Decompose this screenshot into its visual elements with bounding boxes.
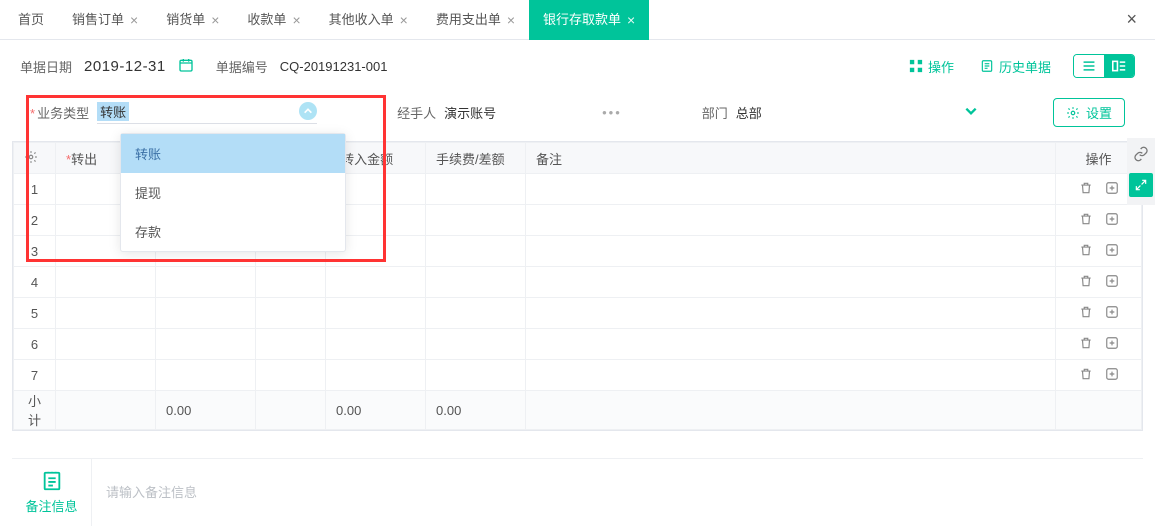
option-withdraw[interactable]: 提现 — [121, 173, 345, 212]
row-index: 4 — [14, 267, 56, 298]
settings-button[interactable]: 设置 — [1053, 98, 1125, 127]
row-index: 3 — [14, 236, 56, 267]
add-icon[interactable] — [1099, 244, 1125, 260]
remark-input-wrap — [92, 458, 1143, 526]
delete-icon[interactable] — [1073, 182, 1099, 198]
close-icon[interactable]: × — [130, 0, 138, 40]
col-remark: 备注 — [526, 143, 1056, 174]
expand-icon[interactable] — [1129, 173, 1153, 197]
subtotal-val-1: 0.00 — [156, 391, 256, 430]
delete-icon[interactable] — [1073, 368, 1099, 384]
table-row[interactable]: 7 — [14, 360, 1142, 391]
document-header: 单据日期 2019-12-31 单据编号 CQ-20191231-001 操作 … — [0, 40, 1155, 92]
option-deposit[interactable]: 存款 — [121, 212, 345, 251]
remark-input[interactable] — [106, 485, 1129, 500]
close-icon[interactable]: × — [507, 0, 515, 40]
close-icon[interactable]: × — [627, 0, 635, 40]
col-fee: 手续费/差额 — [426, 143, 526, 174]
option-transfer[interactable]: 转账 — [121, 134, 345, 173]
doc-no-label: 单据编号 — [216, 57, 268, 76]
link-icon[interactable] — [1133, 146, 1149, 165]
row-index: 2 — [14, 205, 56, 236]
footer: 备注信息 — [12, 458, 1143, 526]
subtotal-val-2: 0.00 — [326, 391, 426, 430]
handler-value[interactable]: 演示账号 — [444, 103, 584, 123]
delete-icon[interactable] — [1073, 213, 1099, 229]
add-icon[interactable] — [1099, 182, 1125, 198]
biz-type-dropdown[interactable]: 转账 — [97, 102, 317, 124]
view-toggle — [1073, 54, 1135, 78]
more-icon[interactable]: ••• — [592, 105, 632, 120]
tab-receipt[interactable]: 收款单× — [233, 0, 314, 40]
dept-field: 部门 总部 — [702, 103, 978, 123]
note-icon — [41, 470, 63, 492]
handler-field: 经手人 演示账号 ••• — [397, 103, 632, 123]
subtotal-label: 小计 — [14, 391, 56, 430]
chevron-up-icon[interactable] — [299, 102, 317, 120]
table-row[interactable]: 6 — [14, 329, 1142, 360]
table-row[interactable]: 5 — [14, 298, 1142, 329]
gear-icon[interactable] — [14, 143, 56, 174]
remark-tab[interactable]: 备注信息 — [12, 458, 92, 526]
delete-icon[interactable] — [1073, 306, 1099, 322]
add-icon[interactable] — [1099, 368, 1125, 384]
calendar-icon[interactable] — [178, 57, 194, 76]
tab-home[interactable]: 首页 — [4, 0, 58, 40]
side-strip — [1127, 138, 1155, 205]
tab-expense[interactable]: 费用支出单× — [422, 0, 529, 40]
card-view-icon[interactable] — [1104, 55, 1134, 77]
close-icon[interactable]: × — [292, 0, 300, 40]
close-all-icon[interactable]: × — [1126, 9, 1137, 30]
actions-button[interactable]: 操作 — [909, 57, 954, 76]
history-button[interactable]: 历史单据 — [980, 57, 1051, 76]
biz-type-field: *业务类型 转账 — [30, 102, 317, 124]
row-index: 6 — [14, 329, 56, 360]
biz-type-options: 转账 提现 存款 — [120, 133, 346, 252]
tab-bar: 首页 销售订单× 销货单× 收款单× 其他收入单× 费用支出单× 银行存取款单×… — [0, 0, 1155, 40]
close-icon[interactable]: × — [400, 0, 408, 40]
row-index: 1 — [14, 174, 56, 205]
doc-no-value: CQ-20191231-001 — [280, 59, 388, 74]
row-index: 7 — [14, 360, 56, 391]
add-icon[interactable] — [1099, 275, 1125, 291]
tab-delivery[interactable]: 销货单× — [152, 0, 233, 40]
date-label: 单据日期 — [20, 57, 72, 76]
add-icon[interactable] — [1099, 306, 1125, 322]
dept-value[interactable]: 总部 — [736, 103, 876, 123]
date-value[interactable]: 2019-12-31 — [84, 58, 166, 75]
delete-icon[interactable] — [1073, 244, 1099, 260]
table-row[interactable]: 4 — [14, 267, 1142, 298]
subtotal-val-3: 0.00 — [426, 391, 526, 430]
chevron-down-icon[interactable] — [964, 104, 978, 121]
row-index: 5 — [14, 298, 56, 329]
list-view-icon[interactable] — [1074, 55, 1104, 77]
add-icon[interactable] — [1099, 337, 1125, 353]
add-icon[interactable] — [1099, 213, 1125, 229]
close-icon[interactable]: × — [211, 0, 219, 40]
tab-bank-transfer[interactable]: 银行存取款单× — [529, 0, 649, 40]
delete-icon[interactable] — [1073, 337, 1099, 353]
delete-icon[interactable] — [1073, 275, 1099, 291]
tab-other-income[interactable]: 其他收入单× — [315, 0, 422, 40]
tab-sales-order[interactable]: 销售订单× — [58, 0, 152, 40]
